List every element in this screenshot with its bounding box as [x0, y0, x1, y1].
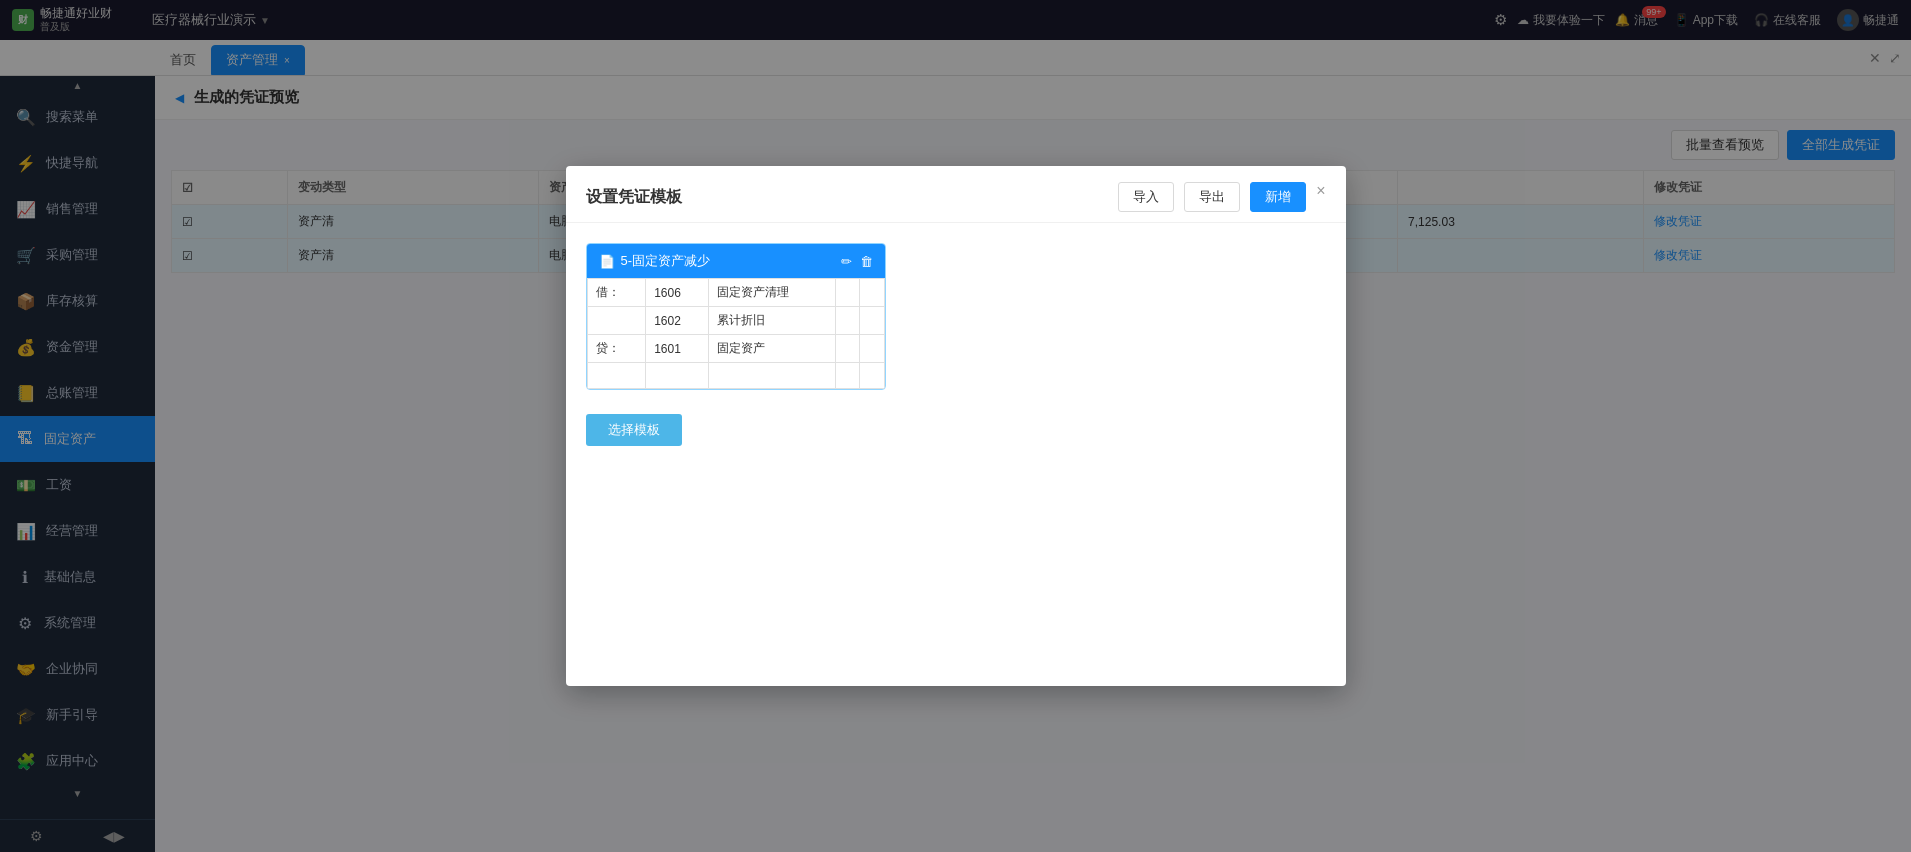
entry-type-2: 贷： — [587, 335, 646, 363]
template-entry-row: 贷： 1601 固定资产 — [587, 335, 884, 363]
entry-debit-0 — [835, 279, 859, 307]
entry-type-1 — [587, 307, 646, 335]
import-button[interactable]: 导入 — [1118, 182, 1174, 212]
empty-cell — [587, 363, 646, 389]
entry-credit-2 — [860, 335, 884, 363]
template-title: 📄 5-固定资产减少 — [599, 252, 711, 270]
entry-debit-2 — [835, 335, 859, 363]
template-doc-icon: 📄 — [599, 254, 615, 269]
modal-overlay: 设置凭证模板 导入 导出 新增 × 📄 5-固定资产减少 ✏ 🗑 — [0, 0, 1911, 852]
template-entry-row: 1602 累计折旧 — [587, 307, 884, 335]
template-edit-icon[interactable]: ✏ — [841, 254, 852, 269]
template-entry-row: 借： 1606 固定资产清理 — [587, 279, 884, 307]
template-card: 📄 5-固定资产减少 ✏ 🗑 借： 1606 固定资产清理 — [586, 243, 886, 390]
modal-body: 📄 5-固定资产减少 ✏ 🗑 借： 1606 固定资产清理 — [566, 223, 1346, 686]
modal-toolbar-buttons: 导入 导出 新增 × — [1118, 182, 1325, 212]
template-delete-icon[interactable]: 🗑 — [860, 254, 873, 269]
export-button[interactable]: 导出 — [1184, 182, 1240, 212]
entry-credit-0 — [860, 279, 884, 307]
empty-cell — [708, 363, 835, 389]
entry-code-2: 1601 — [646, 335, 708, 363]
entry-debit-1 — [835, 307, 859, 335]
entry-code-1: 1602 — [646, 307, 708, 335]
empty-cell — [860, 363, 884, 389]
template-name: 5-固定资产减少 — [621, 252, 711, 270]
select-template-button[interactable]: 选择模板 — [586, 414, 682, 446]
modal-title: 设置凭证模板 — [586, 187, 682, 208]
modal-close-button[interactable]: × — [1316, 182, 1325, 212]
template-actions: ✏ 🗑 — [841, 254, 873, 269]
entry-type-0: 借： — [587, 279, 646, 307]
entry-name-1: 累计折旧 — [708, 307, 835, 335]
template-empty-row — [587, 363, 884, 389]
voucher-template-modal: 设置凭证模板 导入 导出 新增 × 📄 5-固定资产减少 ✏ 🗑 — [566, 166, 1346, 686]
entry-name-0: 固定资产清理 — [708, 279, 835, 307]
entry-credit-1 — [860, 307, 884, 335]
template-entries-table: 借： 1606 固定资产清理 1602 累计折旧 — [587, 278, 885, 389]
modal-header: 设置凭证模板 导入 导出 新增 × — [566, 166, 1346, 223]
empty-cell — [835, 363, 859, 389]
template-card-header: 📄 5-固定资产减少 ✏ 🗑 — [587, 244, 885, 278]
new-template-button[interactable]: 新增 — [1250, 182, 1306, 212]
empty-cell — [646, 363, 708, 389]
entry-name-2: 固定资产 — [708, 335, 835, 363]
entry-code-0: 1606 — [646, 279, 708, 307]
